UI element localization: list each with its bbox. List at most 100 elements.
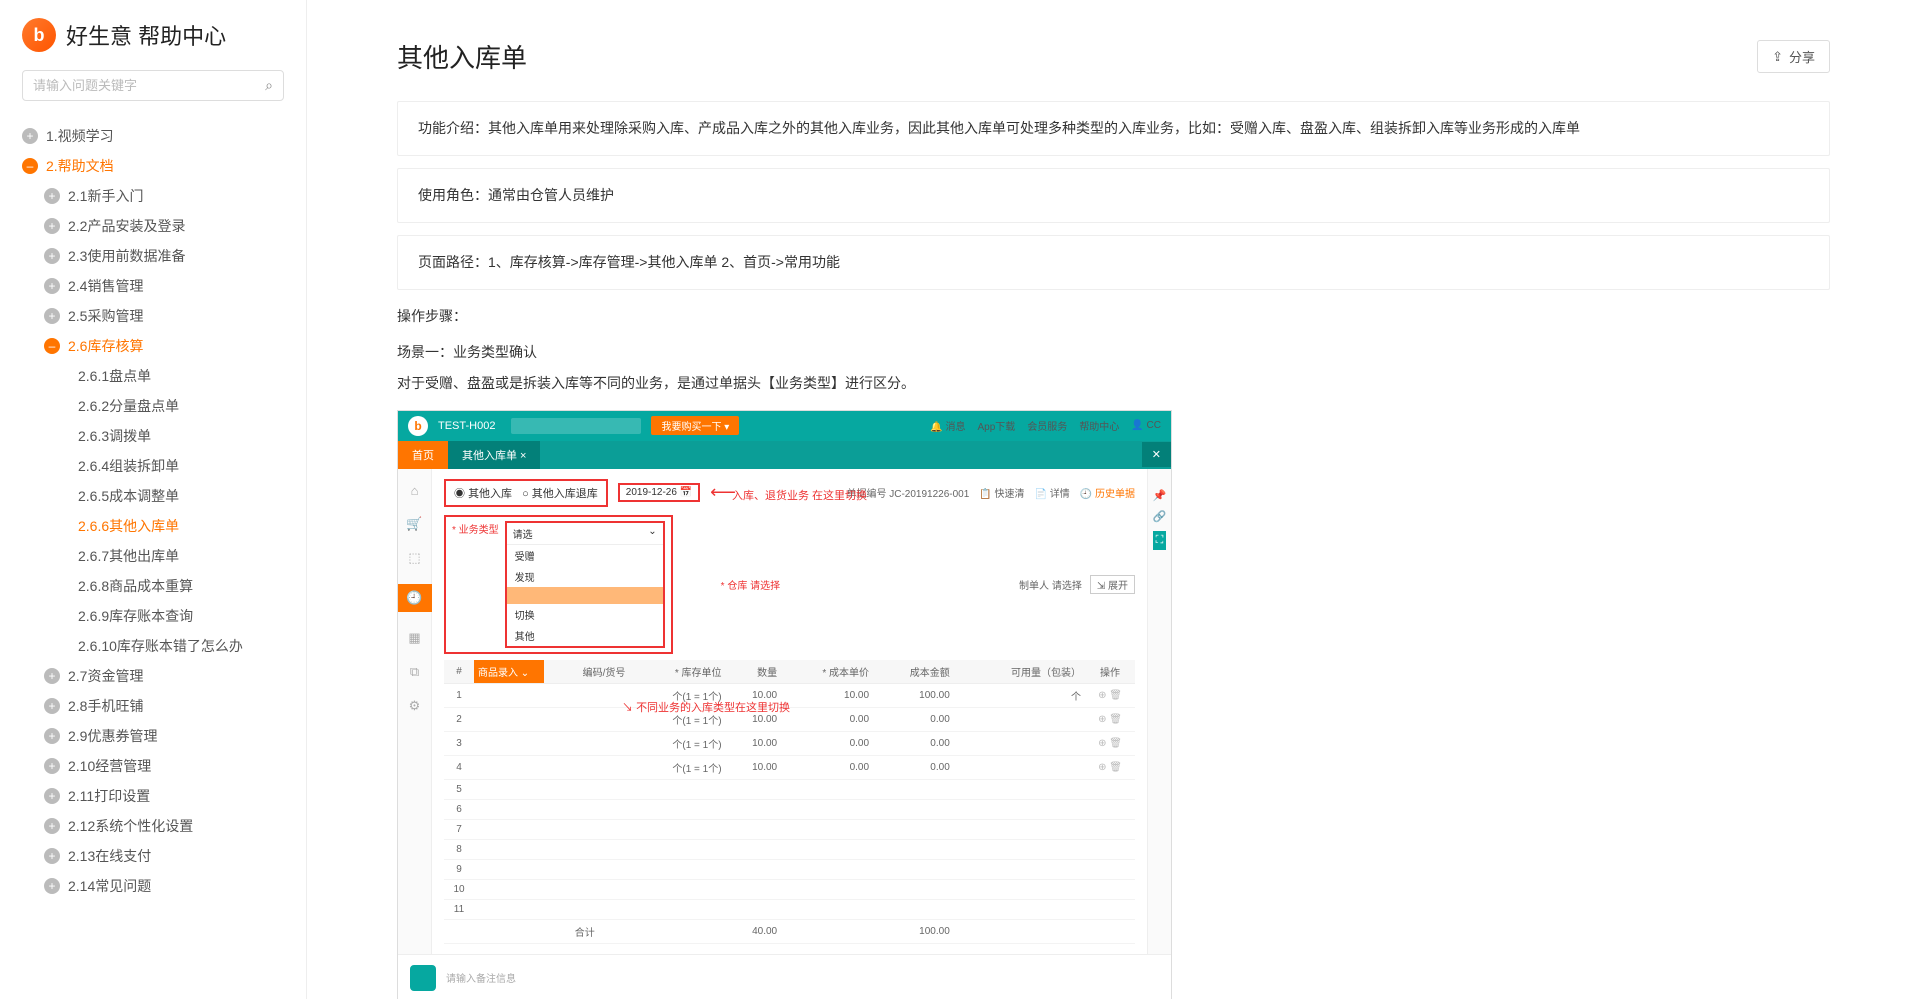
- nav-cost-recalc[interactable]: 2.6.8商品成本重算: [22, 571, 284, 601]
- nav-video-learning[interactable]: +1.视频学习: [22, 121, 284, 151]
- search-input[interactable]: [33, 78, 265, 93]
- shot-radio-return: ○ 其他入库退库: [522, 485, 598, 501]
- nav-inventory[interactable]: –2.6库存核算: [22, 331, 284, 361]
- shot-tabs: 首页 其他入库单 × ✕: [398, 441, 1171, 469]
- nav-tree: +1.视频学习 –2.帮助文档 +2.1新手入门 +2.2产品安装及登录 +2.…: [22, 121, 284, 901]
- scene1-text: 对于受赠、盘盈或是拆装入库等不同的业务，是通过单据头【业务类型】进行区分。: [397, 372, 1830, 396]
- shot-biztype-label: * 业务类型: [452, 521, 499, 536]
- nav-mobile-shop[interactable]: +2.8手机旺铺: [22, 691, 284, 721]
- search-icon[interactable]: ⌕: [265, 77, 273, 94]
- role-box: 使用角色：通常由仓管人员维护: [397, 168, 1830, 223]
- collapse-icon[interactable]: –: [22, 158, 38, 174]
- table-row: 3 个(1 = 1个)10.000.000.00⊕ 🗑: [444, 731, 1135, 755]
- th-spec: * 库存单位: [629, 660, 725, 684]
- nav-online-payment[interactable]: +2.13在线支付: [22, 841, 284, 871]
- expand-icon[interactable]: +: [44, 248, 60, 264]
- shot-tab-doc: 其他入库单 ×: [448, 441, 540, 469]
- shot-quick-link: 📋 快速清: [979, 485, 1024, 500]
- nav-other-outbound[interactable]: 2.6.7其他出库单: [22, 541, 284, 571]
- nav-finance[interactable]: +2.7资金管理: [22, 661, 284, 691]
- search-box[interactable]: ⌕: [22, 70, 284, 101]
- brand: b 好生意 帮助中心: [22, 18, 284, 52]
- table-row: 10: [444, 879, 1135, 899]
- nav-business-mgmt[interactable]: +2.10经营管理: [22, 751, 284, 781]
- nav-transfer[interactable]: 2.6.3调拨单: [22, 421, 284, 451]
- shot-orange-button: 我要购买一下 ▾: [651, 416, 739, 435]
- shot-remark-row: 请输入备注信息: [398, 954, 1171, 999]
- path-text: 1、库存核算->库存管理->其他入库单 2、首页->常用功能: [488, 254, 840, 270]
- shot-hint-2: ↘ 不同业务的入库类型在这里切换: [622, 699, 790, 715]
- expand-icon[interactable]: +: [44, 278, 60, 294]
- expand-icon[interactable]: +: [44, 308, 60, 324]
- table-row: 9: [444, 859, 1135, 879]
- shot-expand-button: ⇲ 展开: [1090, 575, 1135, 594]
- nav-print[interactable]: +2.11打印设置: [22, 781, 284, 811]
- nav-purchase-mgmt[interactable]: +2.5采购管理: [22, 301, 284, 331]
- share-button[interactable]: ⇪分享: [1757, 40, 1830, 73]
- shot-app-icon: App下载: [978, 418, 1016, 433]
- expand-icon[interactable]: +: [44, 758, 60, 774]
- expand-icon[interactable]: +: [44, 668, 60, 684]
- shot-warehouse-label: * 仓库 请选择: [721, 577, 780, 592]
- intro-text: 其他入库单用来处理除采购入库、产成品入库之外的其他入库业务，因此其他入库单可处理…: [488, 120, 1580, 136]
- nav-cost-adjust[interactable]: 2.6.5成本调整单: [22, 481, 284, 511]
- shot-date-field: 2019-12-26 📅: [618, 483, 700, 502]
- expand-icon[interactable]: +: [44, 698, 60, 714]
- shot-account: TEST-H002: [438, 420, 495, 432]
- grid-icon: ▦: [408, 630, 420, 646]
- expand-icon[interactable]: +: [44, 878, 60, 894]
- nav-ledger-error[interactable]: 2.6.10库存账本错了怎么办: [22, 631, 284, 661]
- expand-icon: ⛶: [1153, 531, 1167, 550]
- page-title: 其他入库单: [397, 38, 527, 75]
- nav-assembly[interactable]: 2.6.4组装拆卸单: [22, 451, 284, 481]
- collapse-icon[interactable]: –: [44, 338, 60, 354]
- nav-partial-stocktake[interactable]: 2.6.2分量盘点单: [22, 391, 284, 421]
- shot-right-tools: 📌 🔗 ⛶: [1147, 469, 1171, 954]
- shot-remark-placeholder: 请输入备注信息: [446, 970, 516, 985]
- shot-option-find: 发现: [507, 566, 663, 587]
- expand-icon[interactable]: +: [44, 218, 60, 234]
- shot-hint-1: 入库、退货业务 在这里切换: [732, 487, 867, 503]
- nav-coupon[interactable]: +2.9优惠券管理: [22, 721, 284, 751]
- shot-tab-home: 首页: [398, 441, 448, 469]
- table-row: 6: [444, 799, 1135, 819]
- box-icon: ⬚: [408, 550, 420, 566]
- nav-faq[interactable]: +2.14常见问题: [22, 871, 284, 901]
- shot-maker-label: 制单人 请选择: [1019, 577, 1082, 592]
- expand-icon[interactable]: +: [44, 848, 60, 864]
- path-box: 页面路径：1、库存核算->库存管理->其他入库单 2、首页->常用功能: [397, 235, 1830, 290]
- intro-box: 功能介绍：其他入库单用来处理除采购入库、产成品入库之外的其他入库业务，因此其他入…: [397, 101, 1830, 156]
- nav-system-settings[interactable]: +2.12系统个性化设置: [22, 811, 284, 841]
- th-price: * 成本单价: [781, 660, 873, 684]
- nav-stocktake[interactable]: 2.6.1盘点单: [22, 361, 284, 391]
- chevron-down-icon: ⌄: [648, 526, 656, 541]
- th-amount: 成本金额: [873, 660, 954, 684]
- nav-sales-mgmt[interactable]: +2.4销售管理: [22, 271, 284, 301]
- shot-member-icon: 会员服务: [1027, 418, 1067, 433]
- role-label: 使用角色：: [418, 187, 488, 203]
- nav-stock-ledger[interactable]: 2.6.9库存账本查询: [22, 601, 284, 631]
- nav-help-doc[interactable]: –2.帮助文档: [22, 151, 284, 181]
- expand-icon[interactable]: +: [44, 788, 60, 804]
- expand-icon[interactable]: +: [44, 818, 60, 834]
- scene1-title: 场景一：业务类型确认: [397, 342, 1830, 362]
- nav-getting-started[interactable]: +2.1新手入门: [22, 181, 284, 211]
- share-icon: ⇪: [1772, 49, 1783, 65]
- table-row: 7: [444, 819, 1135, 839]
- table-row: 11: [444, 899, 1135, 919]
- shot-main: ◉ 其他入库 ○ 其他入库退库 2019-12-26 📅 ⟵ 单据编号 JC-2…: [432, 469, 1147, 954]
- nav-install-login[interactable]: +2.2产品安装及登录: [22, 211, 284, 241]
- shot-notif-icon: 🔔 消息: [930, 418, 965, 433]
- th-qty: 数量: [726, 660, 782, 684]
- expand-icon[interactable]: +: [44, 188, 60, 204]
- table-row: 8: [444, 839, 1135, 859]
- nav-other-inbound[interactable]: 2.6.6其他入库单: [22, 511, 284, 541]
- shot-avatar-icon: 👤 CC: [1131, 420, 1161, 431]
- table-row: 5: [444, 779, 1135, 799]
- shot-radio-inbound: ◉ 其他入库: [454, 485, 512, 501]
- path-label: 页面路径：: [418, 254, 488, 270]
- th-code: 编码/货号: [544, 660, 629, 684]
- expand-icon[interactable]: +: [44, 728, 60, 744]
- expand-icon[interactable]: +: [22, 128, 38, 144]
- nav-data-prep[interactable]: +2.3使用前数据准备: [22, 241, 284, 271]
